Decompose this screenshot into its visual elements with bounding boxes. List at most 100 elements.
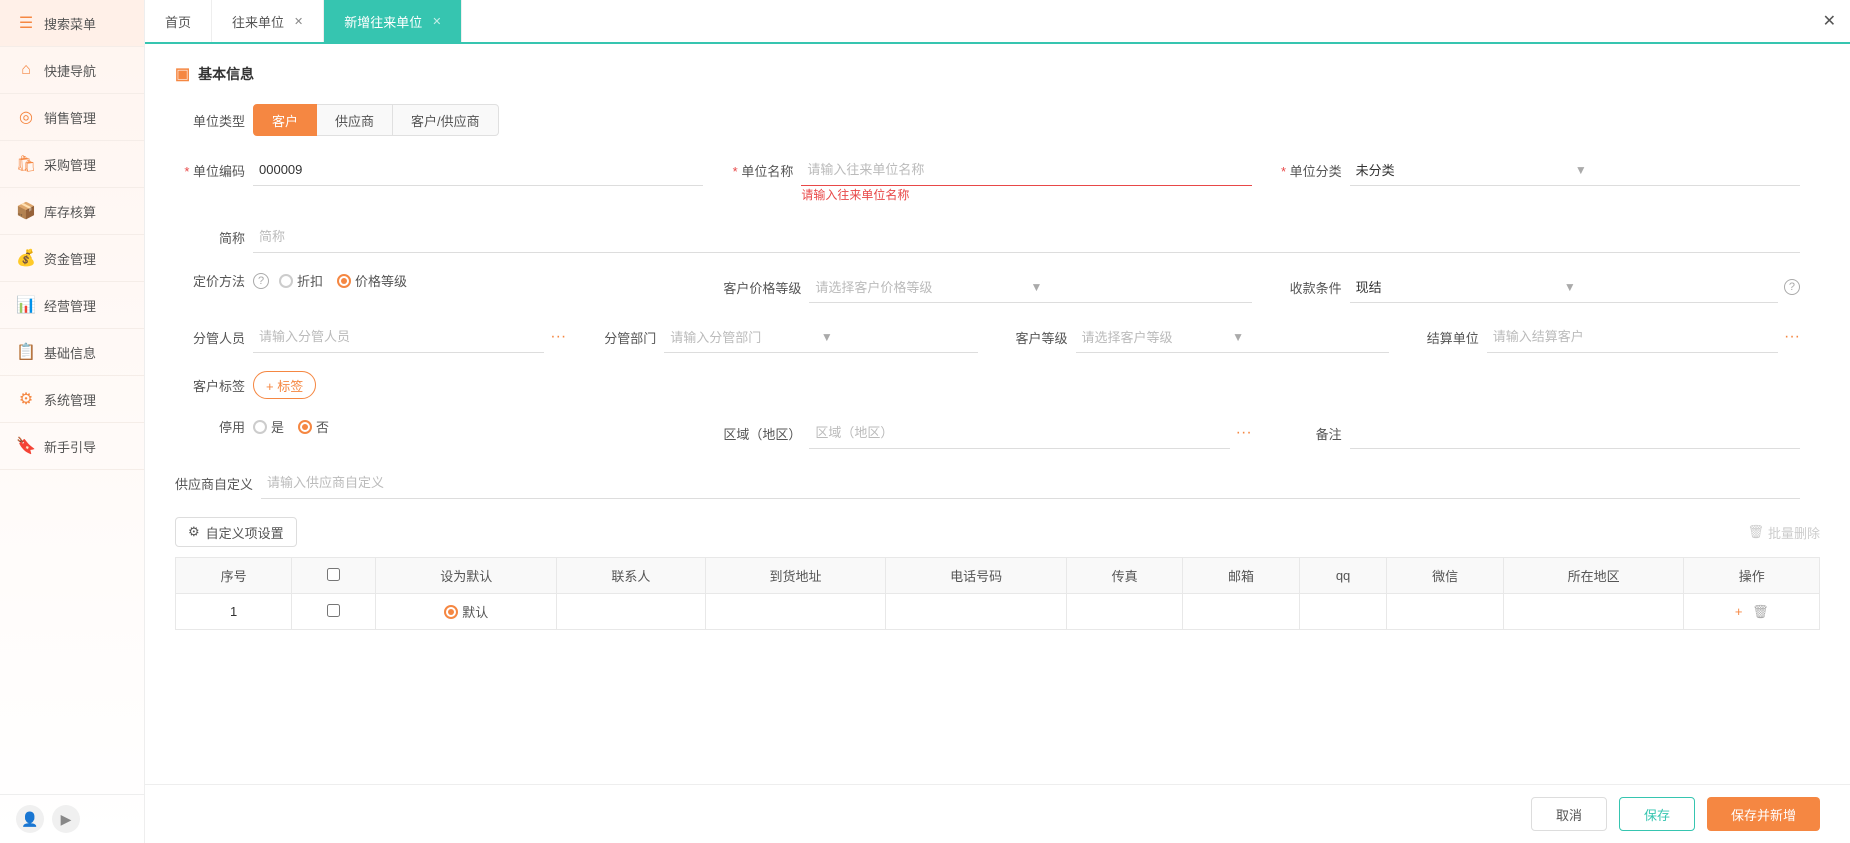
col-region: 所在地区 xyxy=(1503,558,1684,594)
search-menu-icon: ☰ xyxy=(16,13,36,33)
abbr-label: 简称 xyxy=(175,228,245,247)
tab-new-partner[interactable]: 新增往来单位 ✕ xyxy=(324,0,462,42)
unit-type-label: 单位类型 xyxy=(175,111,245,130)
manager-more-icon[interactable]: ··· xyxy=(550,328,566,346)
type-btn-both[interactable]: 客户/供应商 xyxy=(393,104,499,136)
contact-table: 序号 设为默认 联系人 到货地址 电话号码 传真 邮箱 qq 微信 所在地区 操… xyxy=(175,557,1820,630)
pricing-radio-level[interactable]: 价格等级 xyxy=(337,271,407,290)
remark-input[interactable] xyxy=(1350,417,1800,449)
section-title-text: 基本信息 xyxy=(198,64,254,84)
customize-settings-button[interactable]: ⚙ 自定义项设置 xyxy=(175,517,297,547)
supplier-custom-row: 供应商自定义 xyxy=(175,467,1820,499)
region-more-icon[interactable]: ··· xyxy=(1236,424,1252,442)
sidebar-item-search[interactable]: ☰ 搜索菜单 xyxy=(0,0,144,47)
type-btn-customer[interactable]: 客户 xyxy=(253,104,317,136)
tab-home-label: 首页 xyxy=(165,12,191,31)
region-group: 区域（地区） ··· xyxy=(723,417,1251,449)
disabled-no-radio[interactable]: 否 xyxy=(298,417,329,436)
content-area: ▣ 基本信息 单位类型 客户 供应商 客户/供应商 单位编码 单位名称 xyxy=(145,44,1850,843)
customer-level-select[interactable]: 请选择客户等级 ▼ xyxy=(1076,321,1389,353)
cancel-button[interactable]: 取消 xyxy=(1531,797,1607,831)
supplier-custom-input[interactable] xyxy=(261,467,1800,499)
unit-name-input[interactable] xyxy=(801,154,1251,186)
region-input[interactable] xyxy=(809,417,1229,449)
sales-icon: ◎ xyxy=(16,107,36,127)
disabled-yes-label: 是 xyxy=(271,417,284,436)
sidebar-item-quicknav[interactable]: ⌂ 快捷导航 xyxy=(0,47,144,94)
sidebar-item-system[interactable]: ⚙ 系统管理 xyxy=(0,376,144,423)
pricing-help-icon[interactable]: ? xyxy=(253,273,269,289)
col-email: 邮箱 xyxy=(1183,558,1299,594)
disabled-yes-radio[interactable]: 是 xyxy=(253,417,284,436)
col-seq: 序号 xyxy=(176,558,292,594)
supplier-custom-group: 供应商自定义 xyxy=(175,467,1800,499)
add-row-icon[interactable]: + xyxy=(1735,604,1743,619)
sidebar-item-label: 采购管理 xyxy=(44,155,96,174)
chevron-down-icon4: ▼ xyxy=(821,330,972,344)
cell-seq: 1 xyxy=(176,594,292,630)
sidebar-item-operations[interactable]: 📊 经营管理 xyxy=(0,282,144,329)
batch-delete-label: 批量删除 xyxy=(1768,523,1820,542)
chevron-down-icon2: ▼ xyxy=(1031,280,1246,294)
pricing-discount-label: 折扣 xyxy=(297,271,323,290)
settlement-input[interactable] xyxy=(1487,321,1778,353)
select-all-checkbox[interactable] xyxy=(327,568,340,581)
manager-label: 分管人员 xyxy=(175,328,245,347)
col-phone: 电话号码 xyxy=(886,558,1067,594)
tab-home[interactable]: 首页 xyxy=(145,0,212,42)
pricing-row: 定价方法 ? 折扣 价格等级 客户价格等级 请选择客户价格等级 xyxy=(175,271,1820,303)
manager-input[interactable] xyxy=(253,321,544,353)
sidebar-item-sales[interactable]: ◎ 销售管理 xyxy=(0,94,144,141)
sidebar-item-basic[interactable]: 📋 基础信息 xyxy=(0,329,144,376)
remark-label: 备注 xyxy=(1272,424,1342,443)
tags-label: 客户标签 xyxy=(175,376,245,395)
radio-circle-discount xyxy=(279,274,293,288)
cell-wechat xyxy=(1387,594,1503,630)
pricing-radio-discount[interactable]: 折扣 xyxy=(279,271,323,290)
payment-terms-select[interactable]: 现结 ▼ xyxy=(1350,271,1778,303)
payment-terms-group: 收款条件 现结 ▼ ? xyxy=(1272,271,1800,303)
row-checkbox[interactable] xyxy=(327,604,340,617)
expand-icon[interactable]: ▶ xyxy=(52,805,80,833)
col-contact: 联系人 xyxy=(557,558,706,594)
sidebar-item-inventory[interactable]: 📦 库存核算 xyxy=(0,188,144,235)
sidebar-bottom: 👤 ▶ xyxy=(0,794,144,843)
batch-delete-button[interactable]: 🗑 批量删除 xyxy=(1747,523,1820,542)
tab-new-partner-close[interactable]: ✕ xyxy=(432,15,441,28)
save-new-button[interactable]: 保存并新增 xyxy=(1707,797,1820,831)
dept-select[interactable]: 请输入分管部门 ▼ xyxy=(664,321,977,353)
unit-name-group: 单位名称 请输入往来单位名称 xyxy=(723,154,1251,203)
save-button[interactable]: 保存 xyxy=(1619,797,1695,831)
payment-terms-value: 现结 xyxy=(1356,277,1564,296)
dept-placeholder: 请输入分管部门 xyxy=(670,327,821,346)
delete-row-icon[interactable]: 🗑 xyxy=(1752,604,1769,619)
customer-price-select[interactable]: 请选择客户价格等级 ▼ xyxy=(809,271,1251,303)
pricing-group: 定价方法 ? 折扣 价格等级 xyxy=(175,271,703,290)
sidebar-item-guide[interactable]: 🔖 新手引导 xyxy=(0,423,144,470)
tab-partners[interactable]: 往来单位 ✕ xyxy=(212,0,324,42)
cell-contact xyxy=(557,594,706,630)
dept-group: 分管部门 请输入分管部门 ▼ xyxy=(586,321,977,353)
unit-category-select[interactable]: 未分类 ▼ xyxy=(1350,154,1800,186)
dept-label: 分管部门 xyxy=(586,328,656,347)
add-tag-button[interactable]: + 标签 xyxy=(253,371,316,399)
tab-bar: 首页 往来单位 ✕ 新增往来单位 ✕ ✕ xyxy=(145,0,1850,44)
disabled-radio-group: 是 否 xyxy=(253,417,329,436)
avatar-icon: 👤 xyxy=(16,805,44,833)
type-btn-supplier[interactable]: 供应商 xyxy=(317,104,393,136)
close-all-tabs[interactable]: ✕ xyxy=(1809,0,1850,42)
tab-partners-close[interactable]: ✕ xyxy=(294,15,303,28)
unit-code-input[interactable] xyxy=(253,154,703,186)
default-radio[interactable]: 默认 xyxy=(386,602,546,621)
main-area: 首页 往来单位 ✕ 新增往来单位 ✕ ✕ ▣ 基本信息 单位类型 客户 供应商 xyxy=(145,0,1850,843)
pricing-level-label: 价格等级 xyxy=(355,271,407,290)
abbr-input[interactable] xyxy=(253,221,1800,253)
sidebar-item-finance[interactable]: 💰 资金管理 xyxy=(0,235,144,282)
operations-icon: 📊 xyxy=(16,295,36,315)
sidebar-item-purchase[interactable]: 🛍 采购管理 xyxy=(0,141,144,188)
unit-category-group: 单位分类 未分类 ▼ xyxy=(1272,154,1800,186)
settlement-more-icon[interactable]: ··· xyxy=(1784,328,1800,346)
payment-help-icon[interactable]: ? xyxy=(1784,279,1800,295)
unit-name-error: 请输入往来单位名称 xyxy=(801,188,909,202)
col-address: 到货地址 xyxy=(705,558,886,594)
